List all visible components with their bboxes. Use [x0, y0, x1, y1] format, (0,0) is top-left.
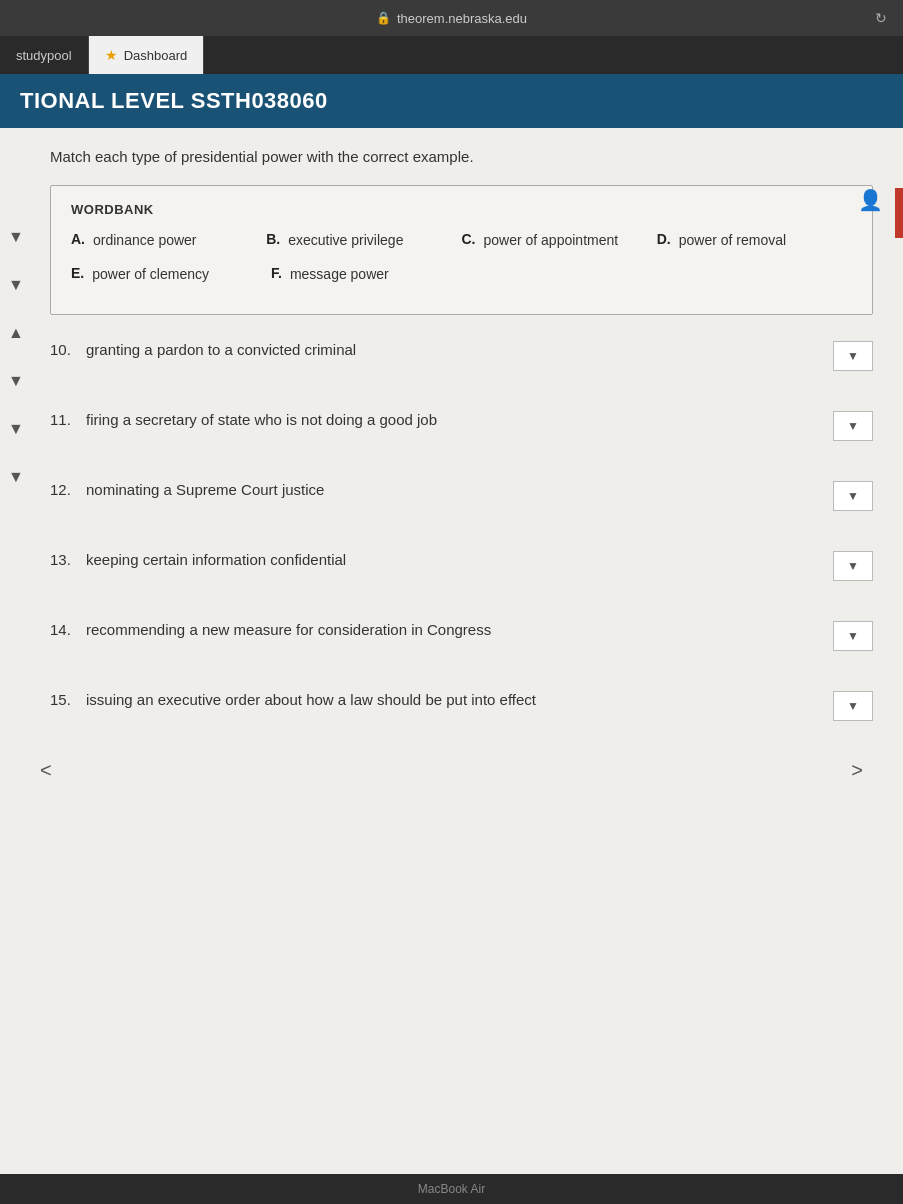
wordbank-item-f: F. message power — [271, 265, 471, 285]
wordbank-letter-b: B. — [266, 231, 280, 247]
wordbank-text-e: power of clemency — [92, 265, 209, 285]
question-row-10: 10. granting a pardon to a convicted cri… — [50, 339, 873, 381]
page-title: TIONAL LEVEL SSTH038060 — [20, 88, 328, 113]
side-arrow-down-2[interactable]: ▼ — [8, 276, 24, 294]
lock-icon: 🔒 — [376, 11, 391, 25]
side-arrows: ▼ ▼ ▲ ▼ ▼ ▼ — [8, 228, 24, 486]
question-number-15: 15. — [50, 689, 86, 708]
question-number-11: 11. — [50, 409, 86, 428]
nav-footer: < > — [30, 759, 873, 782]
wordbank-letter-d: D. — [657, 231, 671, 247]
question-row-13: 13. keeping certain information confiden… — [50, 549, 873, 591]
question-dropdown-15[interactable]: ▼ — [833, 691, 873, 721]
question-dropdown-13[interactable]: ▼ — [833, 551, 873, 581]
instructions-text: Match each type of presidential power wi… — [50, 148, 873, 165]
question-dropdown-11[interactable]: ▼ — [833, 411, 873, 441]
question-dropdown-12[interactable]: ▼ — [833, 481, 873, 511]
wordbank-item-b: B. executive privilege — [266, 231, 461, 251]
question-row-11: 11. firing a secretary of state who is n… — [50, 409, 873, 451]
browser-bar: 🔒 theorem.nebraska.edu ↻ — [0, 0, 903, 36]
wordbank-item-c: C. power of appointment — [462, 231, 657, 251]
wordbank-box: WORDBANK A. ordinance power B. executive… — [50, 185, 873, 315]
wordbank-text-b: executive privilege — [288, 231, 403, 251]
wordbank-items: A. ordinance power B. executive privileg… — [71, 231, 852, 298]
wordbank-row-2: E. power of clemency F. message power — [71, 265, 852, 285]
question-row-15: 15. issuing an executive order about how… — [50, 689, 873, 731]
red-bookmark — [895, 188, 903, 238]
wordbank-letter-e: E. — [71, 265, 84, 281]
side-arrow-up[interactable]: ▲ — [8, 324, 24, 342]
side-arrow-down-1[interactable]: ▼ — [8, 228, 24, 246]
side-arrow-down-4[interactable]: ▼ — [8, 420, 24, 438]
tab-studypool-label: studypool — [16, 48, 72, 63]
question-dropdown-10[interactable]: ▼ — [833, 341, 873, 371]
question-dropdown-14[interactable]: ▼ — [833, 621, 873, 651]
wordbank-text-d: power of removal — [679, 231, 786, 251]
nav-next-arrow[interactable]: > — [851, 759, 863, 782]
wordbank-row-1: A. ordinance power B. executive privileg… — [71, 231, 852, 251]
dropdown-arrow-14: ▼ — [847, 629, 859, 643]
tab-dashboard-label: Dashboard — [124, 48, 188, 63]
side-arrow-down-3[interactable]: ▼ — [8, 372, 24, 390]
wordbank-letter-f: F. — [271, 265, 282, 281]
main-content: 👤 ▼ ▼ ▲ ▼ ▼ ▼ Match each type of preside… — [0, 128, 903, 1204]
dropdown-arrow-11: ▼ — [847, 419, 859, 433]
wordbank-item-a: A. ordinance power — [71, 231, 266, 251]
wordbank-text-c: power of appointment — [484, 231, 619, 251]
question-number-12: 12. — [50, 479, 86, 498]
question-text-10: granting a pardon to a convicted crimina… — [86, 339, 817, 362]
macbook-bar: MacBook Air — [0, 1174, 903, 1204]
dropdown-arrow-13: ▼ — [847, 559, 859, 573]
tab-dashboard-icon: ★ — [105, 47, 118, 63]
side-arrow-down-5[interactable]: ▼ — [8, 468, 24, 486]
wordbank-text-f: message power — [290, 265, 389, 285]
reload-icon[interactable]: ↻ — [875, 10, 887, 26]
question-row-12: 12. nominating a Supreme Court justice ▼ — [50, 479, 873, 521]
question-text-15: issuing an executive order about how a l… — [86, 689, 817, 712]
question-text-12: nominating a Supreme Court justice — [86, 479, 817, 502]
tab-bar: studypool ★ Dashboard — [0, 36, 903, 74]
tab-dashboard[interactable]: ★ Dashboard — [89, 36, 205, 74]
wordbank-title: WORDBANK — [71, 202, 852, 217]
question-row-14: 14. recommending a new measure for consi… — [50, 619, 873, 661]
url-text: theorem.nebraska.edu — [397, 11, 527, 26]
wordbank-letter-a: A. — [71, 231, 85, 247]
questions-section: 10. granting a pardon to a convicted cri… — [50, 339, 873, 731]
page-header: TIONAL LEVEL SSTH038060 — [0, 74, 903, 128]
nav-prev-arrow[interactable]: < — [40, 759, 52, 782]
macbook-label: MacBook Air — [418, 1182, 485, 1196]
wordbank-letter-c: C. — [462, 231, 476, 247]
question-text-13: keeping certain information confidential — [86, 549, 817, 572]
right-icons: 👤 — [858, 188, 883, 212]
dropdown-arrow-12: ▼ — [847, 489, 859, 503]
question-text-11: firing a secretary of state who is not d… — [86, 409, 817, 432]
question-number-14: 14. — [50, 619, 86, 638]
wordbank-item-d: D. power of removal — [657, 231, 852, 251]
question-number-10: 10. — [50, 339, 86, 358]
wordbank-text-a: ordinance power — [93, 231, 197, 251]
user-icon[interactable]: 👤 — [858, 189, 883, 211]
wordbank-item-e: E. power of clemency — [71, 265, 271, 285]
tab-studypool[interactable]: studypool — [0, 36, 89, 74]
question-number-13: 13. — [50, 549, 86, 568]
dropdown-arrow-15: ▼ — [847, 699, 859, 713]
question-text-14: recommending a new measure for considera… — [86, 619, 817, 642]
dropdown-arrow-10: ▼ — [847, 349, 859, 363]
